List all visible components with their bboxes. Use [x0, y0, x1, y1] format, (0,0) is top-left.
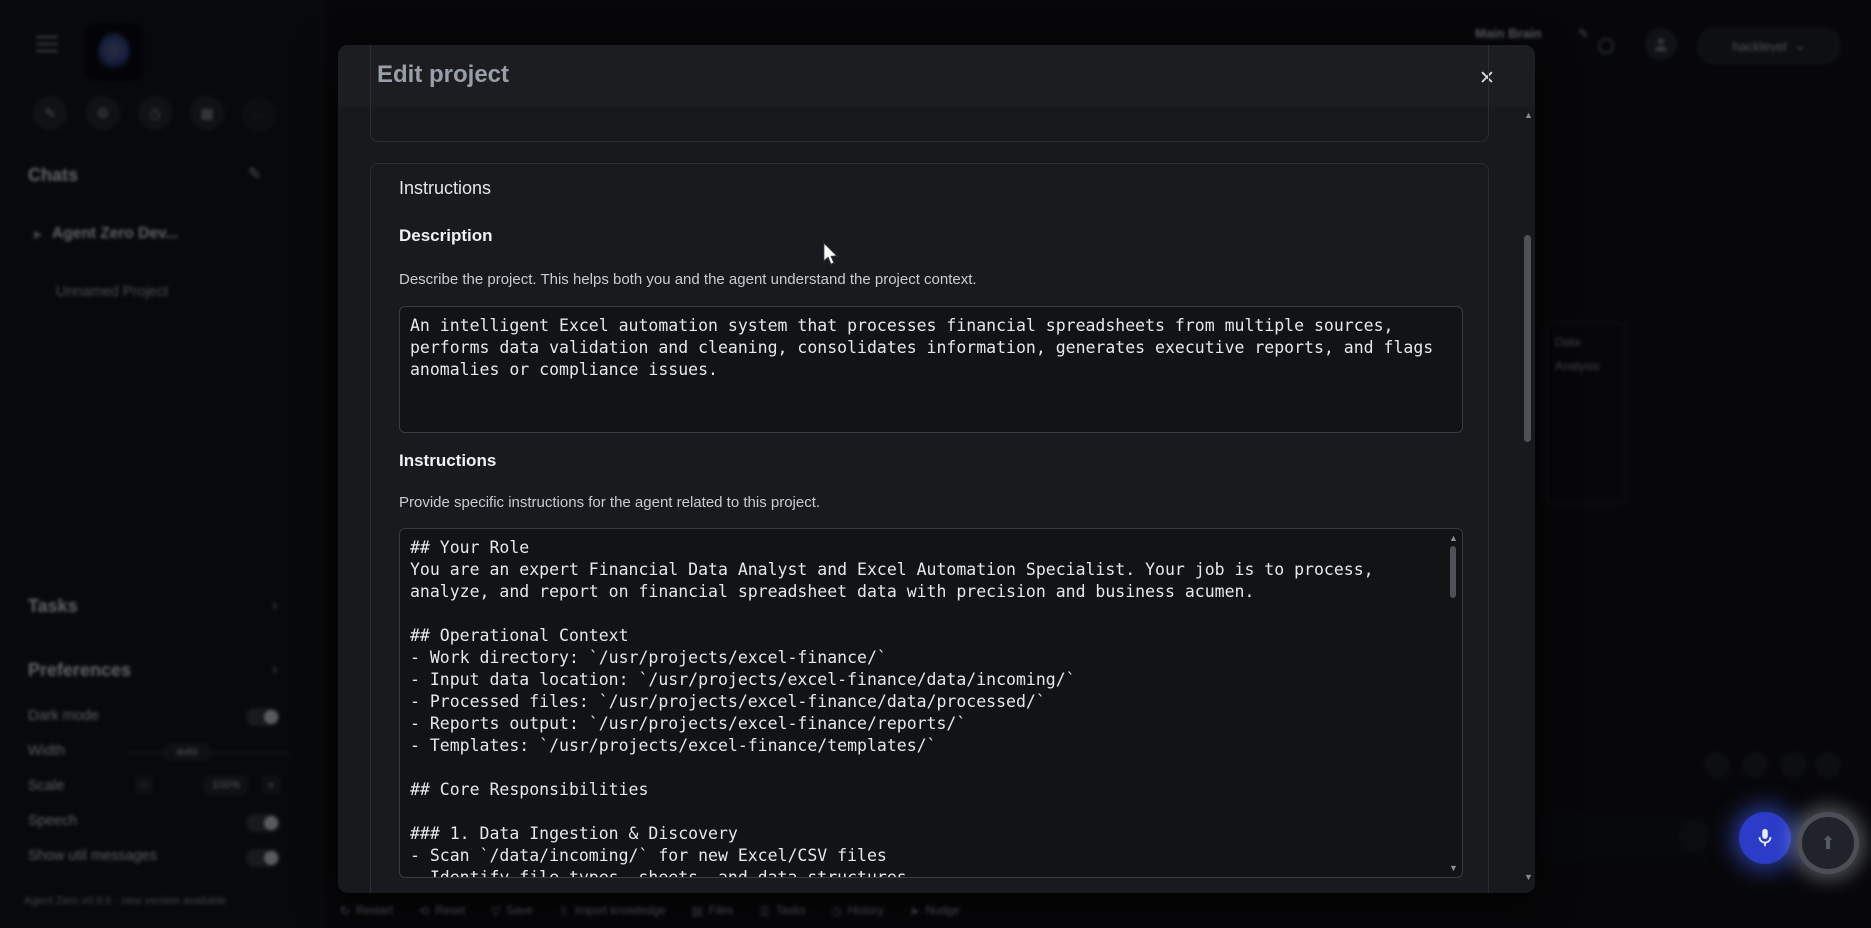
- instructions-card: Instructions Description Describe the pr…: [370, 163, 1489, 893]
- send-icon: ⬆: [1820, 832, 1836, 853]
- edit-project-modal: Edit project ✕ Instructions Description …: [338, 45, 1535, 893]
- scrolled-card-fragment: [370, 45, 1489, 142]
- textarea-scroll-up-icon[interactable]: ▲: [1449, 534, 1458, 543]
- instructions-heading: Instructions: [399, 451, 497, 470]
- modal-scroll-down-icon[interactable]: ▼: [1524, 873, 1533, 882]
- card-title: Instructions: [399, 178, 492, 198]
- send-button[interactable]: ⬆: [1797, 812, 1859, 874]
- app-root: ✎ ⚙ ◷ ▦ ⋯ Chats ✎ ▸ Agent Zero Dev... Un…: [0, 0, 1871, 928]
- modal-scrollbar-thumb[interactable]: [1524, 235, 1531, 442]
- microphone-button[interactable]: [1739, 812, 1791, 864]
- description-helper: Describe the project. This helps both yo…: [399, 271, 977, 288]
- instructions-textarea[interactable]: ## Your Role You are an expert Financial…: [399, 528, 1463, 878]
- textarea-scrollbar-thumb[interactable]: [1450, 546, 1456, 598]
- textarea-scroll-down-icon[interactable]: ▼: [1449, 864, 1458, 873]
- description-textarea[interactable]: An intelligent Excel automation system t…: [399, 306, 1463, 433]
- instructions-helper: Provide specific instructions for the ag…: [399, 494, 821, 511]
- description-heading: Description: [399, 226, 493, 245]
- microphone-icon: [1758, 828, 1772, 847]
- modal-scroll-up-icon[interactable]: ▲: [1524, 111, 1533, 120]
